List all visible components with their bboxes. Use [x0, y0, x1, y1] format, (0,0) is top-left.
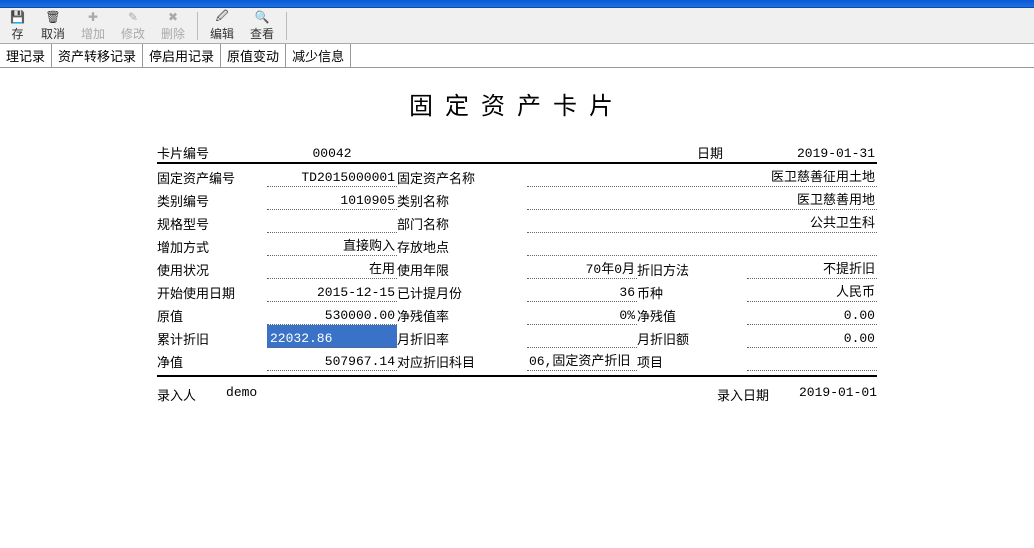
cancel-label: 取消 [41, 25, 65, 42]
entry-person-value: demo [226, 385, 257, 404]
form-wrapper: 卡片编号 00042 日期 2019-01-31 固定资产编号 TD201500… [157, 139, 877, 412]
save-button[interactable]: 💾 存 [2, 8, 33, 43]
tab-transfer-records[interactable]: 资产转移记录 [52, 44, 143, 67]
add-way-label: 增加方式 [157, 233, 267, 256]
delete-label: 删除 [161, 25, 185, 42]
date-label: 日期 [697, 139, 777, 162]
currency-label: 币种 [637, 279, 747, 302]
cancel-button[interactable]: 🗑 取消 [33, 8, 73, 43]
location-value[interactable] [527, 233, 877, 256]
currency-value[interactable]: 人民币 [747, 279, 877, 302]
add-way-value[interactable]: 直接购入 [267, 233, 397, 256]
project-label: 项目 [637, 348, 747, 371]
dept-value[interactable]: 公共卫生科 [527, 210, 877, 233]
asset-name-label: 固定资产名称 [397, 164, 527, 187]
spec-value[interactable] [267, 210, 397, 233]
add-label: 增加 [81, 25, 105, 42]
entry-person-label: 录入人 [157, 385, 196, 404]
orig-val-label: 原值 [157, 302, 267, 325]
tab-enable-disable-records[interactable]: 停启用记录 [143, 44, 221, 67]
tab-reduction-info[interactable]: 减少信息 [286, 44, 351, 67]
use-status-label: 使用状况 [157, 256, 267, 279]
month-amt-label: 月折旧额 [637, 325, 747, 348]
toolbar-separator [197, 12, 198, 40]
accum-depr-label: 累计折旧 [157, 325, 267, 348]
months-label: 已计提月份 [397, 279, 527, 302]
edit-icon: 🖉 [216, 9, 229, 25]
toolbar-separator [286, 12, 287, 40]
entry-date-label: 录入日期 [717, 385, 769, 404]
modify-icon: ✎ [128, 9, 138, 25]
asset-no-value[interactable]: TD2015000001 [267, 164, 397, 187]
asset-no-label: 固定资产编号 [157, 164, 267, 187]
start-date-label: 开始使用日期 [157, 279, 267, 302]
dept-label: 部门名称 [397, 210, 527, 233]
subject-value[interactable]: 06,固定资产折旧 [527, 348, 637, 371]
modify-label: 修改 [121, 25, 145, 42]
cat-no-value[interactable]: 1010905 [267, 187, 397, 210]
delete-icon: ✖ [168, 9, 178, 25]
view-button[interactable]: 🔍 查看 [242, 8, 282, 43]
sub-tabs: 理记录 资产转移记录 停启用记录 原值变动 减少信息 [0, 44, 1034, 68]
salvage-val-value[interactable]: 0.00 [747, 302, 877, 325]
view-icon: 🔍 [255, 9, 270, 25]
card-form-area: 固定资产卡片 卡片编号 00042 日期 2019-01-31 固定资产编号 T… [0, 68, 1034, 412]
edit-label: 编辑 [210, 25, 234, 42]
spec-label: 规格型号 [157, 210, 267, 233]
save-icon: 💾 [10, 9, 25, 25]
delete-button: ✖ 删除 [153, 8, 193, 43]
depr-method-value[interactable]: 不提折旧 [747, 256, 877, 279]
salvage-val-label: 净残值 [637, 302, 747, 325]
add-button: ✚ 增加 [73, 8, 113, 43]
project-value[interactable] [747, 348, 877, 371]
subject-label: 对应折旧科目 [397, 348, 527, 371]
tab-original-value-change[interactable]: 原值变动 [221, 44, 286, 67]
entry-date-value: 2019-01-01 [799, 385, 877, 404]
cat-name-label: 类别名称 [397, 187, 527, 210]
window-titlebar [0, 0, 1034, 8]
asset-name-value[interactable]: 医卫慈善征用土地 [527, 164, 877, 187]
date-value: 2019-01-31 [777, 139, 877, 162]
edit-button[interactable]: 🖉 编辑 [202, 8, 242, 43]
card-title: 固定资产卡片 [0, 86, 1034, 121]
cat-no-label: 类别编号 [157, 187, 267, 210]
main-toolbar: 💾 存 🗑 取消 ✚ 增加 ✎ 修改 ✖ 删除 🖉 编辑 🔍 查看 [0, 8, 1034, 44]
card-no-value: 00042 [267, 139, 397, 162]
location-label: 存放地点 [397, 233, 527, 256]
orig-val-value[interactable]: 530000.00 [267, 302, 397, 325]
save-label: 存 [11, 25, 23, 42]
months-value[interactable]: 36 [527, 279, 637, 302]
month-rate-label: 月折旧率 [397, 325, 527, 348]
use-years-label: 使用年限 [397, 256, 527, 279]
add-icon: ✚ [88, 9, 98, 25]
salvage-rate-label: 净残值率 [397, 302, 527, 325]
cancel-icon: 🗑 [45, 9, 60, 25]
view-label: 查看 [250, 25, 274, 42]
footer-row: 录入人 demo 录入日期 2019-01-01 [157, 377, 877, 412]
modify-button: ✎ 修改 [113, 8, 153, 43]
tab-manage-records[interactable]: 理记录 [0, 44, 52, 67]
card-no-label: 卡片编号 [157, 139, 267, 162]
net-val-value[interactable]: 507967.14 [267, 348, 397, 371]
use-status-value[interactable]: 在用 [267, 256, 397, 279]
month-amt-value[interactable]: 0.00 [747, 325, 877, 348]
cat-name-value[interactable]: 医卫慈善用地 [527, 187, 877, 210]
depr-method-label: 折旧方法 [637, 256, 747, 279]
use-years-value[interactable]: 70年0月 [527, 256, 637, 279]
header-row: 卡片编号 00042 日期 2019-01-31 [157, 139, 877, 162]
net-val-label: 净值 [157, 348, 267, 371]
salvage-rate-value[interactable]: 0% [527, 302, 637, 325]
month-rate-value[interactable] [527, 325, 637, 348]
accum-depr-value[interactable]: 22032.86 [267, 325, 397, 348]
start-date-value[interactable]: 2015-12-15 [267, 279, 397, 302]
